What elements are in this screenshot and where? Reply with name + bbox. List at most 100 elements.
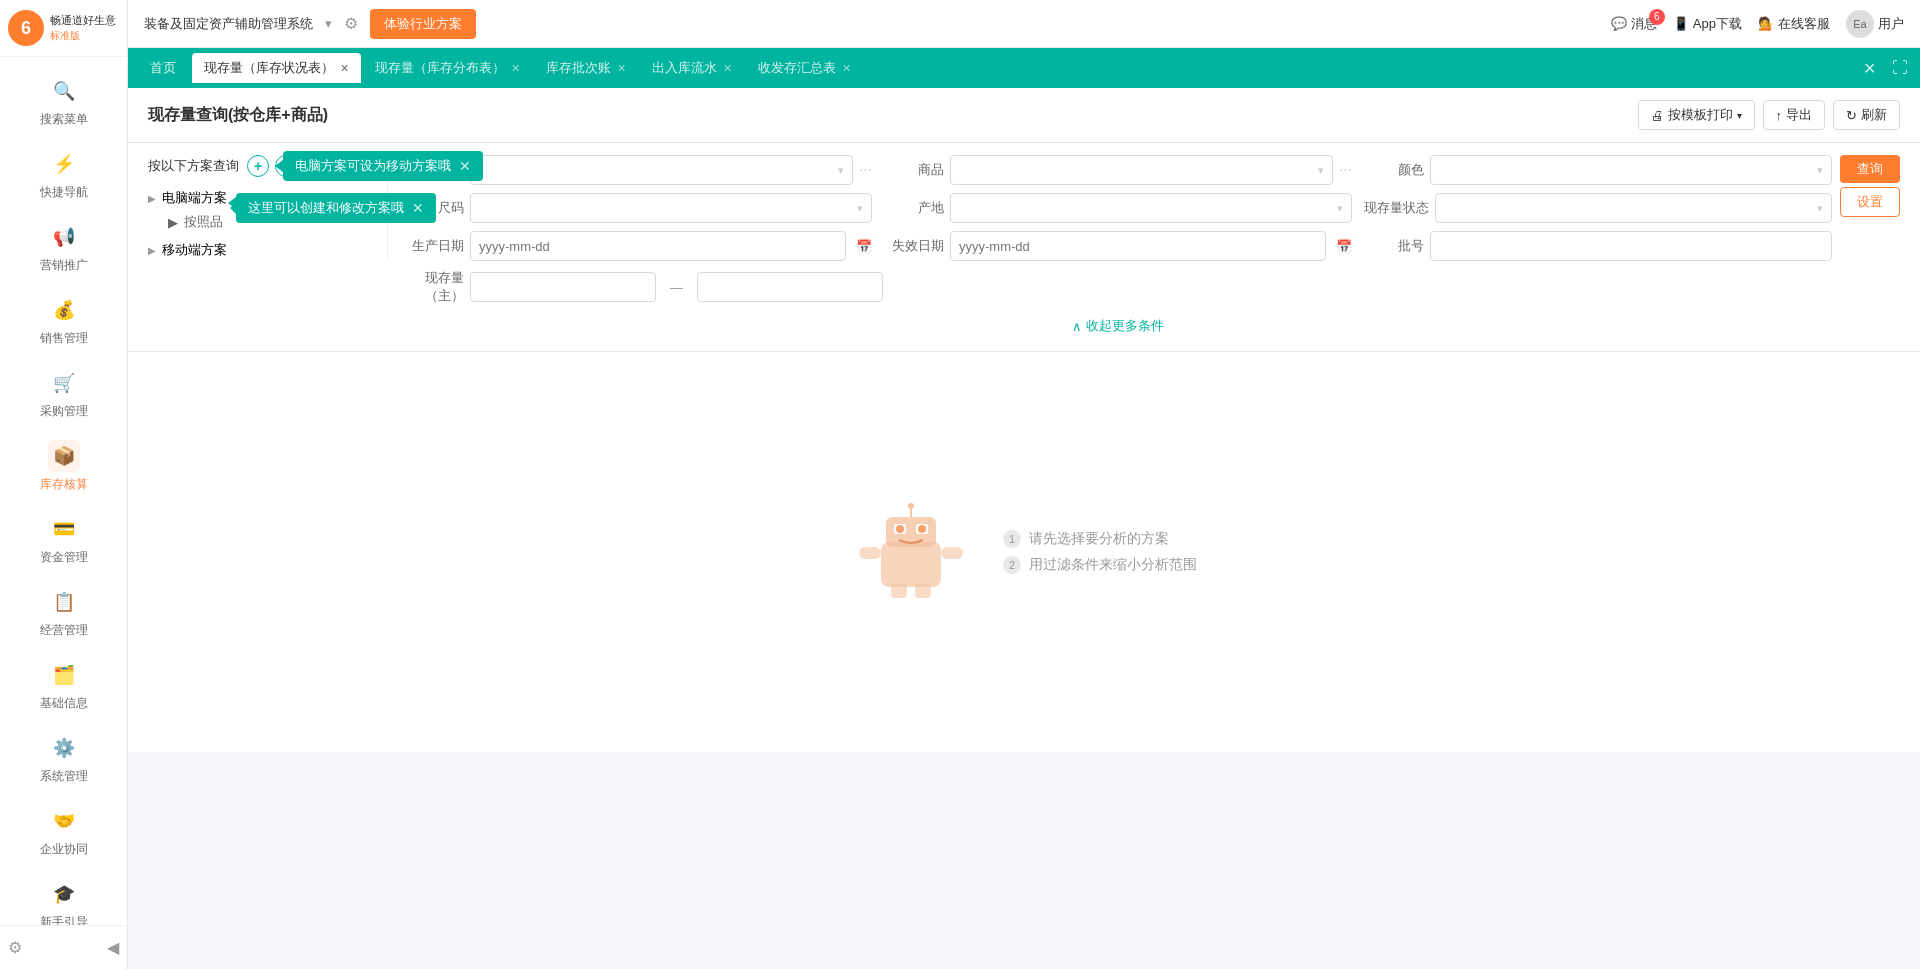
origin-select[interactable]: ▾ xyxy=(950,193,1352,223)
header: 装备及固定资产辅助管理系统 ▾ ⚙ 体验行业方案 💬 消息 6 📱 App下载 … xyxy=(128,0,1920,48)
scheme-pc-label[interactable]: 电脑端方案 xyxy=(162,189,227,207)
sidebar-item-purchase[interactable]: 🛒 采购管理 xyxy=(0,357,127,430)
tooltip-create-tip: 这里可以创建和修改方案哦 ✕ xyxy=(228,189,436,223)
system-dropdown-icon[interactable]: ▾ xyxy=(325,16,332,31)
refresh-btn[interactable]: ↻ 刷新 xyxy=(1833,100,1900,130)
svg-point-7 xyxy=(908,503,914,509)
app-download-icon: 📱 xyxy=(1673,16,1689,31)
sidebar-item-sales[interactable]: 💰 销售管理 xyxy=(0,284,127,357)
filter-field-prod-date: 生产日期 📅 xyxy=(404,231,872,261)
system-icon: ⚙️ xyxy=(48,732,80,764)
trial-btn[interactable]: 体验行业方案 xyxy=(370,9,476,39)
tooltip2-text: 这里可以创建和修改方案哦 xyxy=(248,199,404,217)
svg-rect-8 xyxy=(859,547,881,559)
expire-date-input[interactable] xyxy=(950,231,1326,261)
quick-nav-icon: ⚡ xyxy=(48,148,80,180)
tooltip2-close-btn[interactable]: ✕ xyxy=(412,200,424,216)
expire-date-calendar-icon[interactable]: 📅 xyxy=(1336,239,1352,254)
sidebar-item-guide[interactable]: 🎓 新手引导 xyxy=(0,868,127,925)
filter-field-size: 尺码 ▾ xyxy=(404,193,872,223)
warehouse-more-icon[interactable]: ··· xyxy=(859,161,872,179)
svg-point-5 xyxy=(918,525,926,533)
prod-date-input[interactable] xyxy=(470,231,846,261)
page-header: 现存量查询(按仓库+商品) 🖨 按模板打印 ▾ ↑ 导出 ↻ 刷新 xyxy=(128,88,1920,143)
tab-close-batch-account[interactable]: ✕ xyxy=(617,62,626,75)
support-btn[interactable]: 💁 在线客服 xyxy=(1758,15,1830,33)
sidebar-item-system[interactable]: ⚙️ 系统管理 xyxy=(0,722,127,795)
inventory-icon: 📦 xyxy=(48,440,80,472)
search-btn[interactable]: 查询 xyxy=(1840,155,1900,183)
goods-more-icon[interactable]: ··· xyxy=(1339,161,1352,179)
tab-close-collect-report[interactable]: ✕ xyxy=(842,62,851,75)
tab-batch-account[interactable]: 库存批次账 ✕ xyxy=(534,53,638,83)
warehouse-select[interactable]: ▾ xyxy=(470,155,853,185)
filter-row-2: 尺码 ▾ 产地 ▾ xyxy=(404,193,1832,223)
tab-fullscreen-icon[interactable]: ⛶ xyxy=(1888,55,1912,82)
filter-collapse-btn[interactable]: ∧ 收起更多条件 xyxy=(404,309,1832,343)
prod-date-calendar-icon[interactable]: 📅 xyxy=(856,239,872,254)
sidebar-nav: 🔍 搜索菜单 ⚡ 快捷导航 📢 营销推广 💰 销售管理 🛒 采购管理 📦 库存核… xyxy=(0,57,127,925)
header-gear-icon[interactable]: ⚙ xyxy=(344,14,358,33)
search-menu-icon: 🔍 xyxy=(48,75,80,107)
tab-inventory-dist[interactable]: 现存量（库存分布表） ✕ xyxy=(363,53,532,83)
content-area: 现存量查询(按仓库+商品) 🖨 按模板打印 ▾ ↑ 导出 ↻ 刷新 xyxy=(128,88,1920,969)
page-title: 现存量查询(按仓库+商品) xyxy=(148,105,328,126)
sidebar-item-inventory[interactable]: 📦 库存核算 xyxy=(0,430,127,503)
reset-btn[interactable]: 设置 xyxy=(1840,187,1900,217)
size-select[interactable]: ▾ xyxy=(470,193,872,223)
filter-panel: 按以下方案查询 + ↻ ← 电脑 xyxy=(128,143,1920,352)
tab-in-out-flow[interactable]: 出入库流水 ✕ xyxy=(640,53,744,83)
message-btn[interactable]: 💬 消息 6 xyxy=(1611,15,1657,33)
sidebar-item-base[interactable]: 🗂️ 基础信息 xyxy=(0,649,127,722)
sidebar-item-corp[interactable]: 🤝 企业协同 xyxy=(0,795,127,868)
sidebar-item-quick-nav[interactable]: ⚡ 快捷导航 xyxy=(0,138,127,211)
tab-close-all-icon[interactable]: ✕ xyxy=(1859,55,1880,82)
sidebar-item-marketing[interactable]: 📢 营销推广 xyxy=(0,211,127,284)
tooltip1-close-btn[interactable]: ✕ xyxy=(459,158,471,174)
sidebar: 6 畅通道好生意 标准版 🔍 搜索菜单 ⚡ 快捷导航 📢 营销推广 💰 销售管理… xyxy=(0,0,128,969)
message-badge: 6 xyxy=(1649,9,1665,25)
color-select[interactable]: ▾ xyxy=(1430,155,1832,185)
tooltip1-text: 电脑方案可设为移动方案哦 xyxy=(295,157,451,175)
goods-select[interactable]: ▾ xyxy=(950,155,1333,185)
tab-close-inventory-status[interactable]: ✕ xyxy=(340,62,349,75)
svg-rect-10 xyxy=(891,584,907,598)
filter-field-goods: 商品 ▾ ··· xyxy=(884,155,1352,185)
tab-close-inventory-dist[interactable]: ✕ xyxy=(511,62,520,75)
filter-field-expire-date: 失效日期 📅 xyxy=(884,231,1352,261)
finance-icon: 💳 xyxy=(48,513,80,545)
stock-status-select[interactable]: ▾ xyxy=(1435,193,1832,223)
scheme-mobile-label[interactable]: 移动端方案 xyxy=(162,241,227,259)
settings-icon[interactable]: ⚙ xyxy=(8,938,22,957)
app-version: 标准版 xyxy=(50,29,116,43)
user-btn[interactable]: Ea 用户 xyxy=(1846,10,1904,38)
tab-close-in-out-flow[interactable]: ✕ xyxy=(723,62,732,75)
batch-input[interactable] xyxy=(1430,231,1832,261)
tab-collect-report[interactable]: 收发存汇总表 ✕ xyxy=(746,53,863,83)
app-name: 畅通道好生意 xyxy=(50,13,116,28)
empty-step1: 请先选择要分析的方案 xyxy=(1029,530,1169,548)
scheme-pc-item-icon: ▶ xyxy=(168,215,178,230)
main-area: 装备及固定资产辅助管理系统 ▾ ⚙ 体验行业方案 💬 消息 6 📱 App下载 … xyxy=(128,0,1920,969)
app-logo-icon: 6 xyxy=(8,10,44,46)
scheme-mobile-group: ▶ 移动端方案 xyxy=(148,241,375,259)
filter-field-stock-status: 现存量状态 ▾ xyxy=(1364,193,1832,223)
export-icon: ↑ xyxy=(1776,108,1783,123)
print-btn[interactable]: 🖨 按模板打印 ▾ xyxy=(1638,100,1755,130)
search-btn-group: 查询 设置 xyxy=(1840,155,1900,217)
sidebar-item-finance[interactable]: 💳 资金管理 xyxy=(0,503,127,576)
stock-qty-min-input[interactable] xyxy=(470,272,656,302)
stock-qty-max-input[interactable] xyxy=(697,272,883,302)
sidebar-item-ops[interactable]: 📋 经营管理 xyxy=(0,576,127,649)
app-download-btn[interactable]: 📱 App下载 xyxy=(1673,15,1742,33)
tab-home[interactable]: 首页 xyxy=(136,53,190,83)
export-btn[interactable]: ↑ 导出 xyxy=(1763,100,1826,130)
scheme-add-btn[interactable]: + xyxy=(247,155,269,177)
scheme-mobile-chevron[interactable]: ▶ xyxy=(148,245,156,256)
scheme-pc-chevron[interactable]: ▶ xyxy=(148,193,156,204)
user-avatar: Ea xyxy=(1846,10,1874,38)
sidebar-bottom: ⚙ ◀ xyxy=(0,925,127,969)
collapse-sidebar-icon[interactable]: ◀ xyxy=(107,938,119,957)
tab-inventory-status[interactable]: 现存量（库存状况表） ✕ xyxy=(192,53,361,83)
sidebar-item-search-menu[interactable]: 🔍 搜索菜单 xyxy=(0,65,127,138)
